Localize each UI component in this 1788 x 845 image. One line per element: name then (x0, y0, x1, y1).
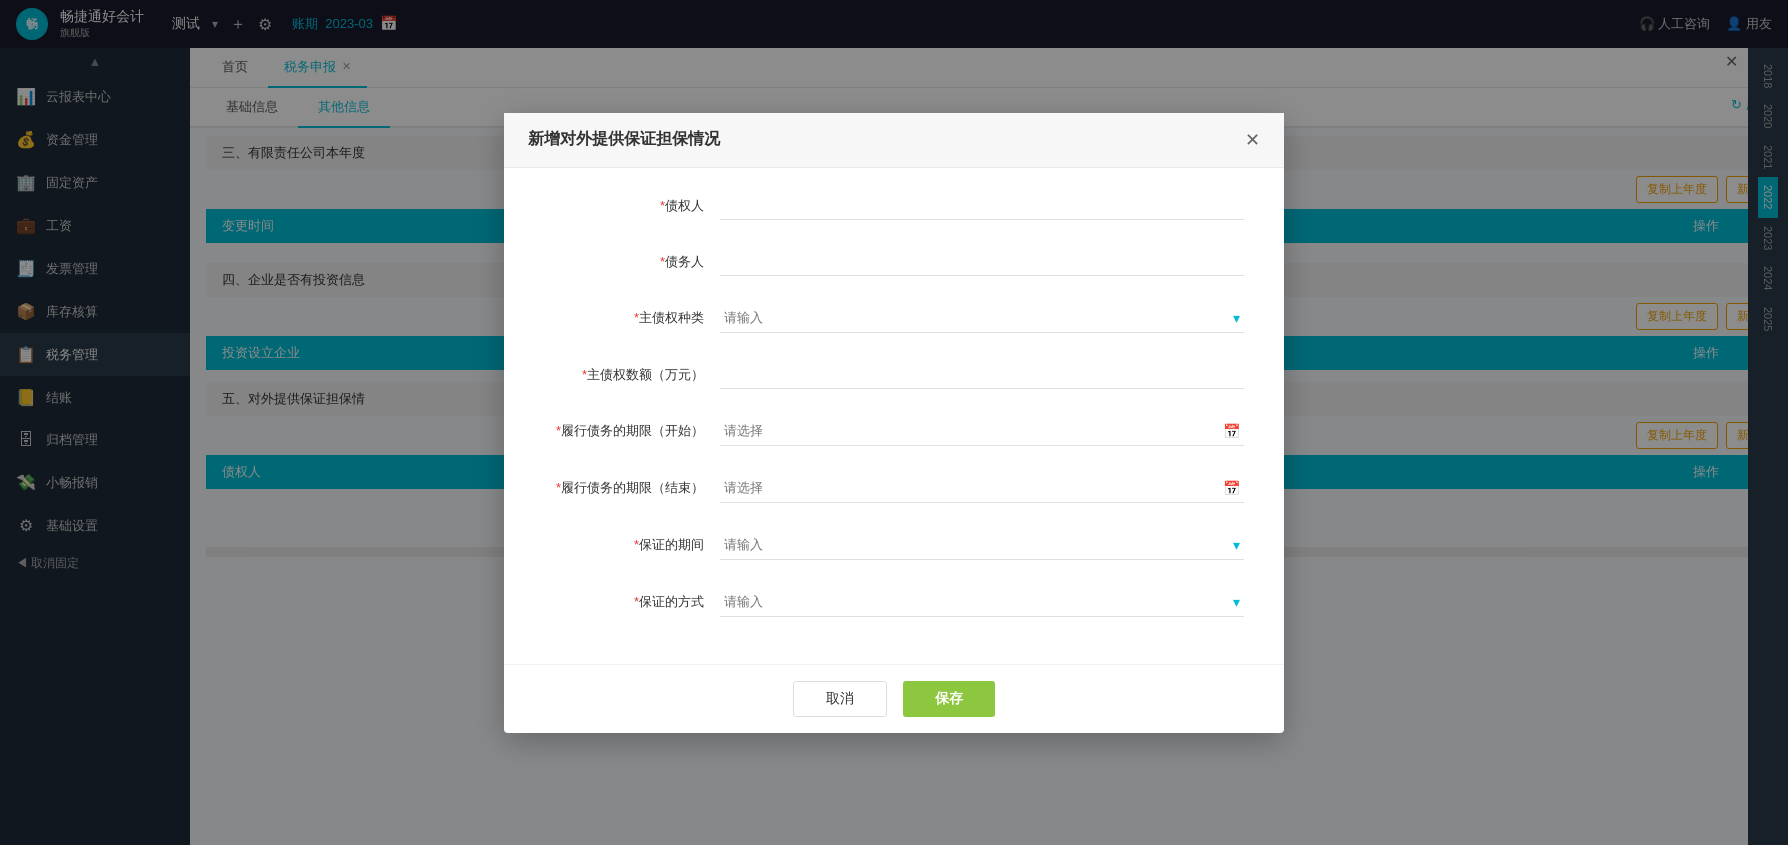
modal-overlay: 新增对外提供保证担保情况 ✕ *债权人 *债务人 * (0, 0, 1788, 845)
chevron-down-icon-3: ▾ (1233, 594, 1240, 610)
chevron-down-icon-2: ▾ (1233, 537, 1240, 553)
form-row-guarantee-method: *保证的方式 ▾ (544, 588, 1244, 617)
date-end-input[interactable] (724, 480, 1223, 495)
label-date-start: *履行债务的期限（开始） (544, 422, 704, 440)
select-guarantee-period[interactable]: ▾ (720, 531, 1244, 560)
calendar-start-icon[interactable]: 📅 (1223, 423, 1240, 439)
modal-dialog: 新增对外提供保证担保情况 ✕ *债权人 *债务人 * (504, 113, 1284, 733)
chevron-down-icon: ▾ (1233, 310, 1240, 326)
label-claim-amount: *主债权数额（万元） (544, 366, 704, 384)
form-row-guarantee-period: *保证的期间 ▾ (544, 531, 1244, 560)
input-creditor[interactable] (720, 192, 1244, 220)
select-guarantee-period-input[interactable] (724, 537, 1233, 552)
label-guarantee-method: *保证的方式 (544, 593, 704, 611)
label-guarantee-period: *保证的期间 (544, 536, 704, 554)
modal-close-button[interactable]: ✕ (1245, 129, 1260, 151)
input-claim-amount[interactable] (720, 361, 1244, 389)
input-debtor[interactable] (720, 248, 1244, 276)
calendar-end-icon[interactable]: 📅 (1223, 480, 1240, 496)
modal-header: 新增对外提供保证担保情况 ✕ (504, 113, 1284, 168)
select-claim-type-input[interactable] (724, 310, 1233, 325)
save-button[interactable]: 保存 (903, 681, 995, 717)
modal-title: 新增对外提供保证担保情况 (528, 129, 720, 150)
form-row-date-start: *履行债务的期限（开始） 📅 (544, 417, 1244, 446)
form-row-date-end: *履行债务的期限（结束） 📅 (544, 474, 1244, 503)
date-start-input[interactable] (724, 423, 1223, 438)
date-picker-start[interactable]: 📅 (720, 417, 1244, 446)
form-row-creditor: *债权人 (544, 192, 1244, 220)
cancel-button[interactable]: 取消 (793, 681, 887, 717)
label-debtor: *债务人 (544, 253, 704, 271)
date-picker-end[interactable]: 📅 (720, 474, 1244, 503)
label-claim-type: *主债权种类 (544, 309, 704, 327)
modal-body: *债权人 *债务人 *主债权种类 ▾ (504, 168, 1284, 664)
modal-footer: 取消 保存 (504, 664, 1284, 733)
form-row-claim-type: *主债权种类 ▾ (544, 304, 1244, 333)
form-row-debtor: *债务人 (544, 248, 1244, 276)
form-row-claim-amount: *主债权数额（万元） (544, 361, 1244, 389)
select-guarantee-method-input[interactable] (724, 594, 1233, 609)
label-date-end: *履行债务的期限（结束） (544, 479, 704, 497)
select-guarantee-method[interactable]: ▾ (720, 588, 1244, 617)
select-claim-type[interactable]: ▾ (720, 304, 1244, 333)
label-creditor: *债权人 (544, 197, 704, 215)
